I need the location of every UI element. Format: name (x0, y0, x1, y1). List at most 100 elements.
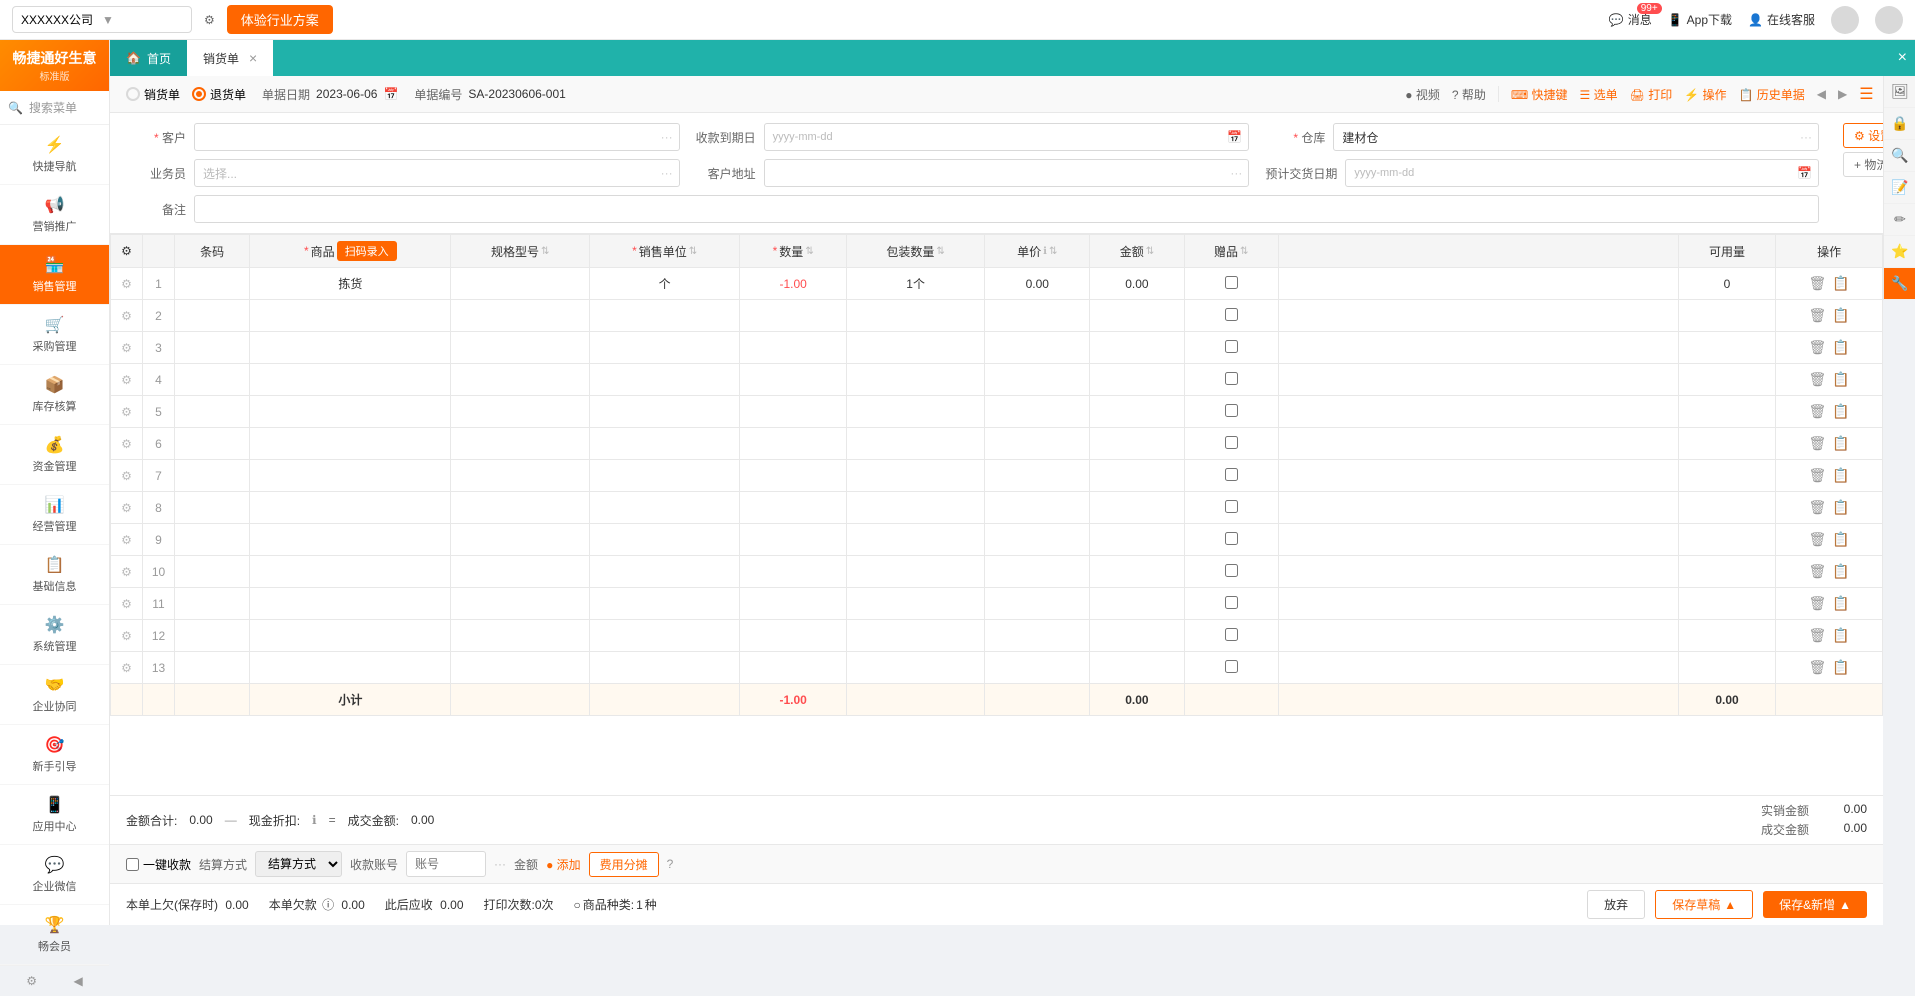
sidebar-settings-icon[interactable]: ⚙ (26, 974, 37, 988)
row-gear[interactable]: ⚙ (111, 268, 143, 300)
row-quantity[interactable]: -1.00 (740, 268, 847, 300)
row-unit-price[interactable]: 0.00 (985, 268, 1090, 300)
row-product[interactable]: 拣货 (250, 268, 451, 300)
copy-icon[interactable]: 📋 (1832, 371, 1849, 388)
sidebar-item-purchase[interactable]: 🛒 采购管理 (0, 305, 109, 365)
abandon-button[interactable]: 放弃 (1587, 890, 1645, 919)
delete-icon[interactable]: 🗑 (1808, 659, 1826, 676)
ops-link[interactable]: ⚡ 操作 (1684, 86, 1726, 103)
add-payment-button[interactable]: ● 添加 (546, 856, 581, 873)
warehouse-input[interactable]: 建材仓 ··· (1333, 123, 1819, 151)
calendar-icon[interactable]: 📅 (383, 87, 398, 101)
video-link[interactable]: ● 视频 (1405, 86, 1440, 103)
delete-icon[interactable]: 🗑 (1808, 275, 1826, 292)
right-icon-image[interactable]: 🖼 (1884, 76, 1915, 108)
gift-checkbox[interactable] (1225, 340, 1238, 353)
nav-prev-icon[interactable]: ◀ (1817, 87, 1826, 101)
close-window-button[interactable]: × (1898, 49, 1907, 67)
account-input[interactable] (406, 851, 486, 877)
tab-home[interactable]: 🏠 首页 (110, 40, 187, 76)
copy-icon[interactable]: 📋 (1832, 563, 1849, 580)
copy-icon[interactable]: 📋 (1832, 595, 1849, 612)
delete-icon[interactable]: 🗑 (1808, 307, 1826, 324)
sidebar-item-system[interactable]: ⚙️ 系统管理 (0, 605, 109, 665)
online-service-button[interactable]: 👤 在线客服 (1748, 11, 1815, 28)
copy-icon[interactable]: 📋 (1832, 659, 1849, 676)
gift-checkbox[interactable] (1225, 500, 1238, 513)
copy-icon[interactable]: 📋 (1832, 627, 1849, 644)
select-link[interactable]: ☰ 选单 (1580, 86, 1618, 103)
print-link[interactable]: 🖨 打印 (1630, 86, 1673, 103)
one-click-payment-checkbox[interactable]: 一键收款 (126, 856, 191, 873)
expense-split-button[interactable]: 费用分摊 (589, 852, 659, 877)
sidebar-item-quick-nav[interactable]: ⚡ 快捷导航 (0, 125, 109, 185)
sidebar-collapse-icon[interactable]: ◀ (74, 974, 83, 988)
user-avatar-2[interactable] (1875, 6, 1903, 34)
calc-method-select[interactable]: 结算方式 (255, 851, 342, 877)
nav-next-icon[interactable]: ▶ (1838, 87, 1847, 101)
gift-checkbox[interactable] (1225, 436, 1238, 449)
delete-icon[interactable]: 🗑 (1808, 403, 1826, 420)
right-icon-tool[interactable]: 🔧 (1884, 268, 1915, 300)
one-click-checkbox[interactable] (126, 858, 139, 871)
company-selector[interactable]: XXXXXX公司 ▼ (12, 6, 192, 33)
discount-help-icon[interactable]: ℹ (312, 813, 317, 827)
list-view-icon[interactable]: ☰ (1859, 84, 1873, 104)
sidebar-item-basics[interactable]: 📋 基础信息 (0, 545, 109, 605)
delete-icon[interactable]: 🗑 (1808, 563, 1826, 580)
gift-checkbox[interactable] (1225, 468, 1238, 481)
sidebar-item-marketing[interactable]: 📢 营销推广 (0, 185, 109, 245)
sidebar-search[interactable]: 🔍 搜索菜单 (0, 91, 109, 125)
copy-icon[interactable]: 📋 (1832, 307, 1849, 324)
delete-icon[interactable]: 🗑 (1808, 371, 1826, 388)
delete-icon[interactable]: 🗑 (1808, 627, 1826, 644)
delete-icon[interactable]: 🗑 (1808, 595, 1826, 612)
copy-icon[interactable]: 📋 (1832, 339, 1849, 356)
delete-icon[interactable]: 🗑 (1808, 467, 1826, 484)
copy-icon[interactable]: 📋 (1832, 275, 1849, 292)
right-icon-lock[interactable]: 🔒 (1884, 108, 1915, 140)
copy-icon[interactable]: 📋 (1832, 531, 1849, 548)
customer-address-input[interactable]: ··· (764, 159, 1250, 187)
save-draft-button[interactable]: 保存草稿 ▲ (1655, 890, 1753, 919)
shortcut-link[interactable]: ⌨ 快捷键 (1511, 86, 1568, 103)
user-avatar[interactable] (1831, 6, 1859, 34)
gift-checkbox[interactable] (1225, 660, 1238, 673)
row-unit[interactable]: 个 (589, 268, 740, 300)
gift-checkbox[interactable] (1225, 628, 1238, 641)
save-new-button[interactable]: 保存&新增 ▲ (1763, 891, 1867, 918)
delete-icon[interactable]: 🗑 (1808, 531, 1826, 548)
gift-checkbox[interactable] (1225, 372, 1238, 385)
row-pkg-qty[interactable]: 1个 (846, 268, 984, 300)
sidebar-item-inventory[interactable]: 📦 库存核算 (0, 365, 109, 425)
gift-checkbox[interactable] (1225, 276, 1238, 289)
gear-icon[interactable]: ⚙ (121, 244, 132, 258)
notes-input[interactable] (194, 195, 1819, 223)
header-settings-icon[interactable]: ⚙ (204, 13, 215, 27)
sidebar-item-sales[interactable]: 🏪 销售管理 (0, 245, 109, 305)
row-spec[interactable] (451, 268, 589, 300)
copy-icon[interactable]: 📋 (1832, 467, 1849, 484)
app-download-button[interactable]: 📱 App下载 (1668, 11, 1732, 28)
delete-icon[interactable]: 🗑 (1808, 339, 1826, 356)
gift-checkbox[interactable] (1225, 532, 1238, 545)
sidebar-item-enterprise[interactable]: 🤝 企业协同 (0, 665, 109, 725)
copy-icon[interactable]: 📋 (1832, 403, 1849, 420)
sidebar-item-beginner[interactable]: 🎯 新手引导 (0, 725, 109, 785)
delete-icon[interactable]: 🗑 (1808, 435, 1826, 452)
radio-sales-order[interactable]: 销货单 (126, 86, 180, 103)
tab-sales-order[interactable]: 销货单 × (187, 40, 273, 76)
copy-icon[interactable]: 📋 (1832, 499, 1849, 516)
row-amount[interactable]: 0.00 (1090, 268, 1184, 300)
salesman-input[interactable]: 选择... ··· (194, 159, 680, 187)
radio-return-order[interactable]: 退货单 (192, 86, 246, 103)
row-gift[interactable] (1184, 268, 1278, 300)
gift-checkbox[interactable] (1225, 596, 1238, 609)
gift-checkbox[interactable] (1225, 564, 1238, 577)
tab-close-button[interactable]: × (249, 50, 257, 66)
right-icon-edit[interactable]: ✏ (1884, 204, 1915, 236)
right-icon-doc[interactable]: 📝 (1884, 172, 1915, 204)
sidebar-item-apps[interactable]: 📱 应用中心 (0, 785, 109, 845)
scan-btn[interactable]: 扫码录入 (337, 241, 397, 261)
sidebar-item-member[interactable]: 🏆 畅会员 (0, 905, 109, 965)
